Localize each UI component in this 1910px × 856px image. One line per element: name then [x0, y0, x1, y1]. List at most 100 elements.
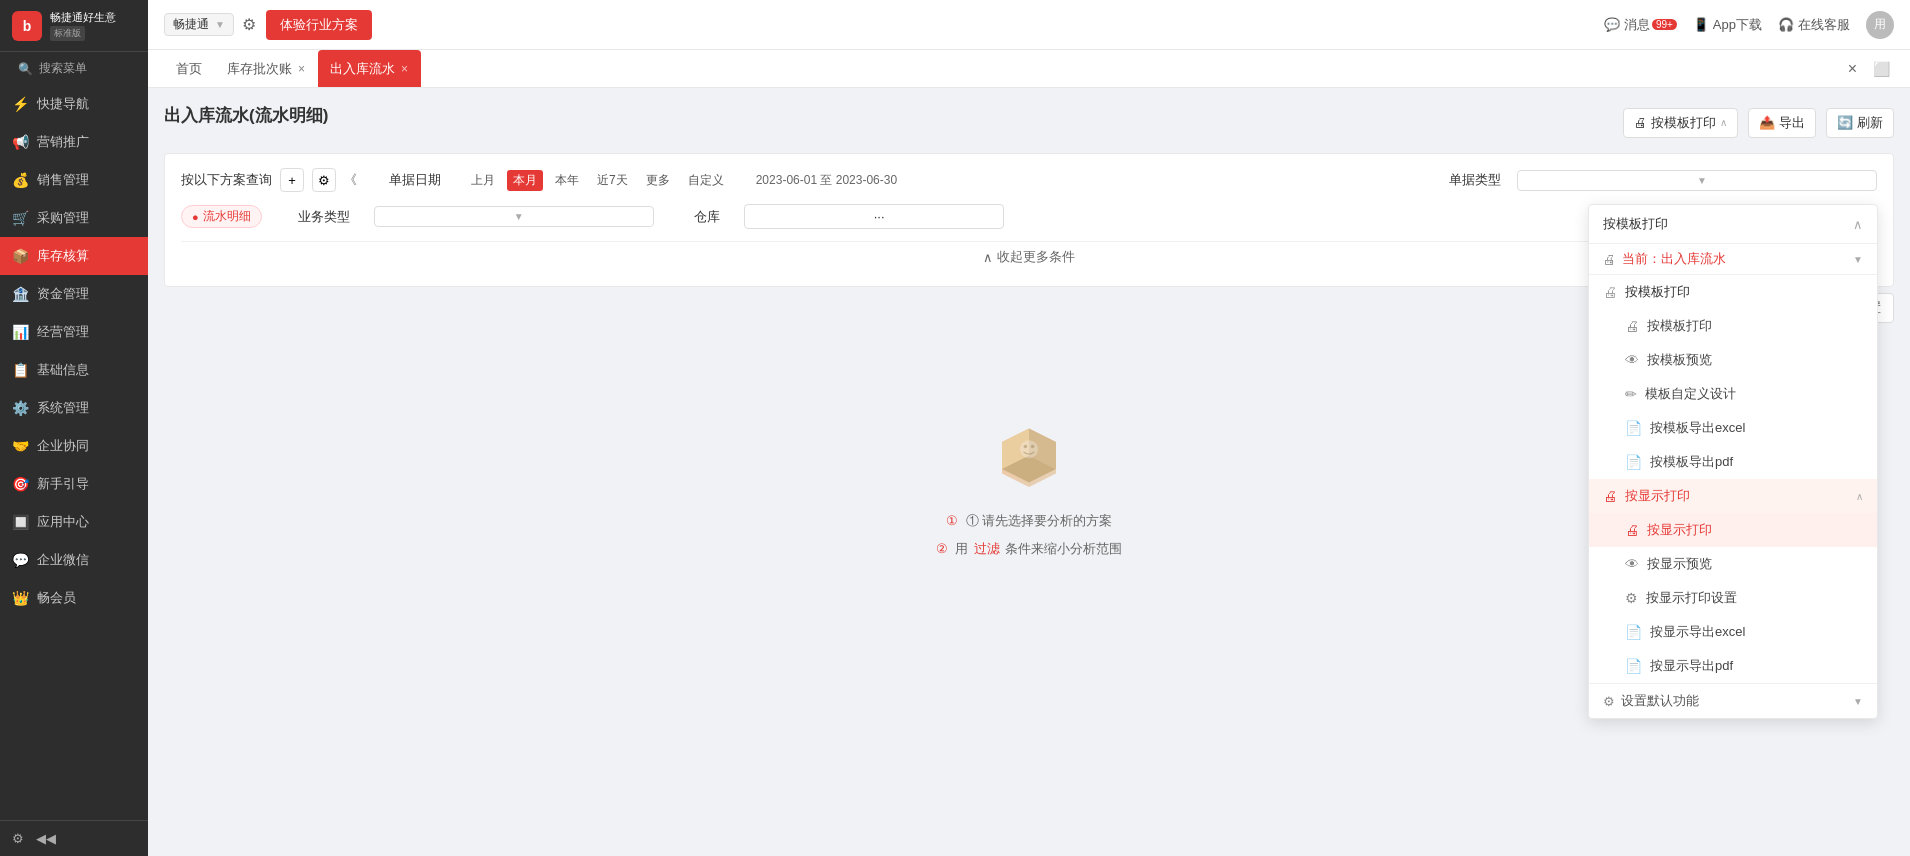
svg-point-4 — [1020, 440, 1038, 458]
finance-icon: 🏦 — [12, 286, 29, 302]
dp-footer-icon: ⚙ — [1603, 694, 1615, 709]
business-type-arrow-icon: ▼ — [514, 211, 645, 222]
dp-display-print-header[interactable]: 🖨 按显示打印 ∧ — [1589, 479, 1877, 513]
tab-batch-account-close[interactable]: × — [298, 62, 305, 76]
dp-template-preview-icon: 🖨 — [1625, 318, 1639, 334]
sidebar-gear-icon[interactable]: ⚙ — [12, 831, 24, 846]
sidebar-collapse-icon[interactable]: ◀◀ — [36, 831, 56, 846]
dp-template-preview-item2[interactable]: 👁 按模板预览 — [1589, 343, 1877, 377]
dp-display-pdf-item[interactable]: 📄 按显示导出pdf — [1589, 649, 1877, 683]
sidebar-item-system[interactable]: ⚙️ 系统管理 — [0, 389, 148, 427]
doc-type-arrow-icon: ▼ — [1697, 175, 1868, 186]
sidebar-item-inventory[interactable]: 📦 库存核算 — [0, 237, 148, 275]
sidebar: b 畅捷通好生意 标准版 🔍 搜索菜单 ⚡ 快捷导航 📢 营销推广 💰 销售管理… — [0, 0, 148, 856]
refresh-icon: 🔄 — [1837, 115, 1853, 130]
shortcut-last-month[interactable]: 上月 — [465, 170, 501, 191]
empty-tip-2: ② 用 过滤 条件来缩小分析范围 — [936, 540, 1123, 558]
message-badge: 99+ — [1652, 19, 1677, 30]
dp-template-pdf-item[interactable]: 📄 按模板导出pdf — [1589, 445, 1877, 479]
sidebar-item-sales[interactable]: 💰 销售管理 — [0, 161, 148, 199]
date-shortcuts: 上月 本月 本年 近7天 更多 自定义 — [465, 170, 730, 191]
refresh-btn[interactable]: 🔄 刷新 — [1826, 108, 1894, 138]
filter-collapse-icon[interactable]: 《 — [344, 171, 357, 189]
dp-display-print-label: 按显示打印 — [1625, 487, 1690, 505]
filter-settings-btn[interactable]: ⚙ — [312, 168, 336, 192]
shortcut-current-year[interactable]: 本年 — [549, 170, 585, 191]
dp-template-excel-item[interactable]: 📄 按模板导出excel — [1589, 411, 1877, 445]
tab-in-out-flow-close[interactable]: × — [401, 62, 408, 76]
app-download-btn[interactable]: 📱 App下载 — [1693, 16, 1762, 34]
dp-display-expand-icon: ∧ — [1856, 491, 1863, 502]
operations-icon: 📊 — [12, 324, 29, 340]
dp-display-print-item[interactable]: 🖨 按显示打印 — [1589, 513, 1877, 547]
online-service-icon: 🎧 — [1778, 17, 1794, 32]
filter-tag[interactable]: ● 流水明细 — [181, 205, 262, 228]
sidebar-item-app-center[interactable]: 🔲 应用中心 — [0, 503, 148, 541]
filter-add-btn[interactable]: + — [280, 168, 304, 192]
search-menu[interactable]: 🔍 搜索菜单 — [0, 52, 148, 85]
sidebar-item-guide[interactable]: 🎯 新手引导 — [0, 465, 148, 503]
topbar-gear-icon[interactable]: ⚙ — [242, 15, 256, 34]
tab-batch-account[interactable]: 库存批次账 × — [215, 50, 318, 87]
tabs-bar-right: × ⬜ — [1844, 58, 1894, 80]
tab-in-out-flow[interactable]: 出入库流水 × — [318, 50, 421, 87]
sidebar-item-marketing[interactable]: 📢 营销推广 — [0, 123, 148, 161]
enterprise-icon: 🤝 — [12, 438, 29, 454]
dp-current-label: 当前：出入库流水 — [1622, 250, 1726, 268]
shortcut-more[interactable]: 更多 — [640, 170, 676, 191]
messages-btn[interactable]: 💬 消息 99+ — [1604, 16, 1677, 34]
topbar-user-area[interactable]: 畅捷通 ▼ — [164, 13, 234, 36]
dp-display-excel-icon: 📄 — [1625, 624, 1642, 640]
purchase-icon: 🛒 — [12, 210, 29, 226]
print-expand-icon: ∧ — [1720, 117, 1727, 128]
tab-home[interactable]: 首页 — [164, 50, 215, 87]
sidebar-item-purchase[interactable]: 🛒 采购管理 — [0, 199, 148, 237]
dp-template-preview2-icon: 👁 — [1625, 352, 1639, 368]
dp-template-excel-icon: 📄 — [1625, 420, 1642, 436]
dp-header-label: 按模板打印 — [1603, 215, 1668, 233]
app-center-icon: 🔲 — [12, 514, 29, 530]
content-wrapper: 出入库流水(流水明细) 🖨 按模板打印 ∧ 📤 导出 🔄 刷新 — [164, 104, 1894, 635]
topbar-username: 畅捷通 — [173, 16, 209, 33]
dp-template-print-header[interactable]: 🖨 按模板打印 — [1589, 275, 1877, 309]
sidebar-item-enterprise[interactable]: 🤝 企业协同 — [0, 427, 148, 465]
user-avatar[interactable]: 用 — [1866, 11, 1894, 39]
shortcut-current-month[interactable]: 本月 — [507, 170, 543, 191]
dp-footer[interactable]: ⚙ 设置默认功能 ▼ — [1589, 683, 1877, 718]
print-btn[interactable]: 🖨 按模板打印 ∧ — [1623, 108, 1738, 138]
svg-point-6 — [1031, 445, 1035, 449]
dp-display-settings-item[interactable]: ⚙ 按显示打印设置 — [1589, 581, 1877, 615]
warehouse-more-icon[interactable]: ··· — [870, 209, 995, 224]
export-btn[interactable]: 📤 导出 — [1748, 108, 1816, 138]
business-type-field[interactable]: ▼ — [374, 206, 654, 227]
dp-template-custom-item[interactable]: ✏ 模板自定义设计 — [1589, 377, 1877, 411]
tab-close-window-btn[interactable]: × — [1844, 58, 1861, 80]
shortcut-last-7-days[interactable]: 近7天 — [591, 170, 634, 191]
dp-template-preview-item[interactable]: 🖨 按模板打印 — [1589, 309, 1877, 343]
sidebar-item-wechat[interactable]: 💬 企业微信 — [0, 541, 148, 579]
doc-type-field[interactable]: ▼ — [1517, 170, 1877, 191]
sidebar-item-operations[interactable]: 📊 经营管理 — [0, 313, 148, 351]
sidebar-item-basic-info[interactable]: 📋 基础信息 — [0, 351, 148, 389]
sidebar-item-members[interactable]: 👑 畅会员 — [0, 579, 148, 617]
warehouse-field[interactable]: ··· — [744, 204, 1004, 229]
page-title: 出入库流水(流水明细) — [164, 104, 328, 127]
dp-template-print-section-icon: 🖨 — [1603, 284, 1617, 300]
sidebar-item-quick-nav[interactable]: ⚡ 快捷导航 — [0, 85, 148, 123]
dp-header: 按模板打印 ∧ — [1589, 205, 1877, 244]
dp-display-excel-item[interactable]: 📄 按显示导出excel — [1589, 615, 1877, 649]
online-service-btn[interactable]: 🎧 在线客服 — [1778, 16, 1850, 34]
tab-maximize-btn[interactable]: ⬜ — [1869, 59, 1894, 79]
dp-current-section[interactable]: 🖨 当前：出入库流水 ▼ — [1589, 244, 1877, 275]
inventory-icon: 📦 — [12, 248, 29, 264]
filter-section-label: 按以下方案查询 — [181, 171, 272, 189]
sidebar-item-finance[interactable]: 🏦 资金管理 — [0, 275, 148, 313]
dp-display-preview-icon: 👁 — [1625, 556, 1639, 572]
date-label: 单据日期 — [389, 171, 441, 189]
dp-current-arrow[interactable]: ▼ — [1853, 254, 1863, 265]
trial-btn[interactable]: 体验行业方案 — [266, 10, 372, 40]
dp-display-preview-item[interactable]: 👁 按显示预览 — [1589, 547, 1877, 581]
date-range-display: 2023-06-01 至 2023-06-30 — [756, 172, 897, 189]
shortcut-custom[interactable]: 自定义 — [682, 170, 730, 191]
dp-expand-icon[interactable]: ∧ — [1853, 217, 1863, 232]
